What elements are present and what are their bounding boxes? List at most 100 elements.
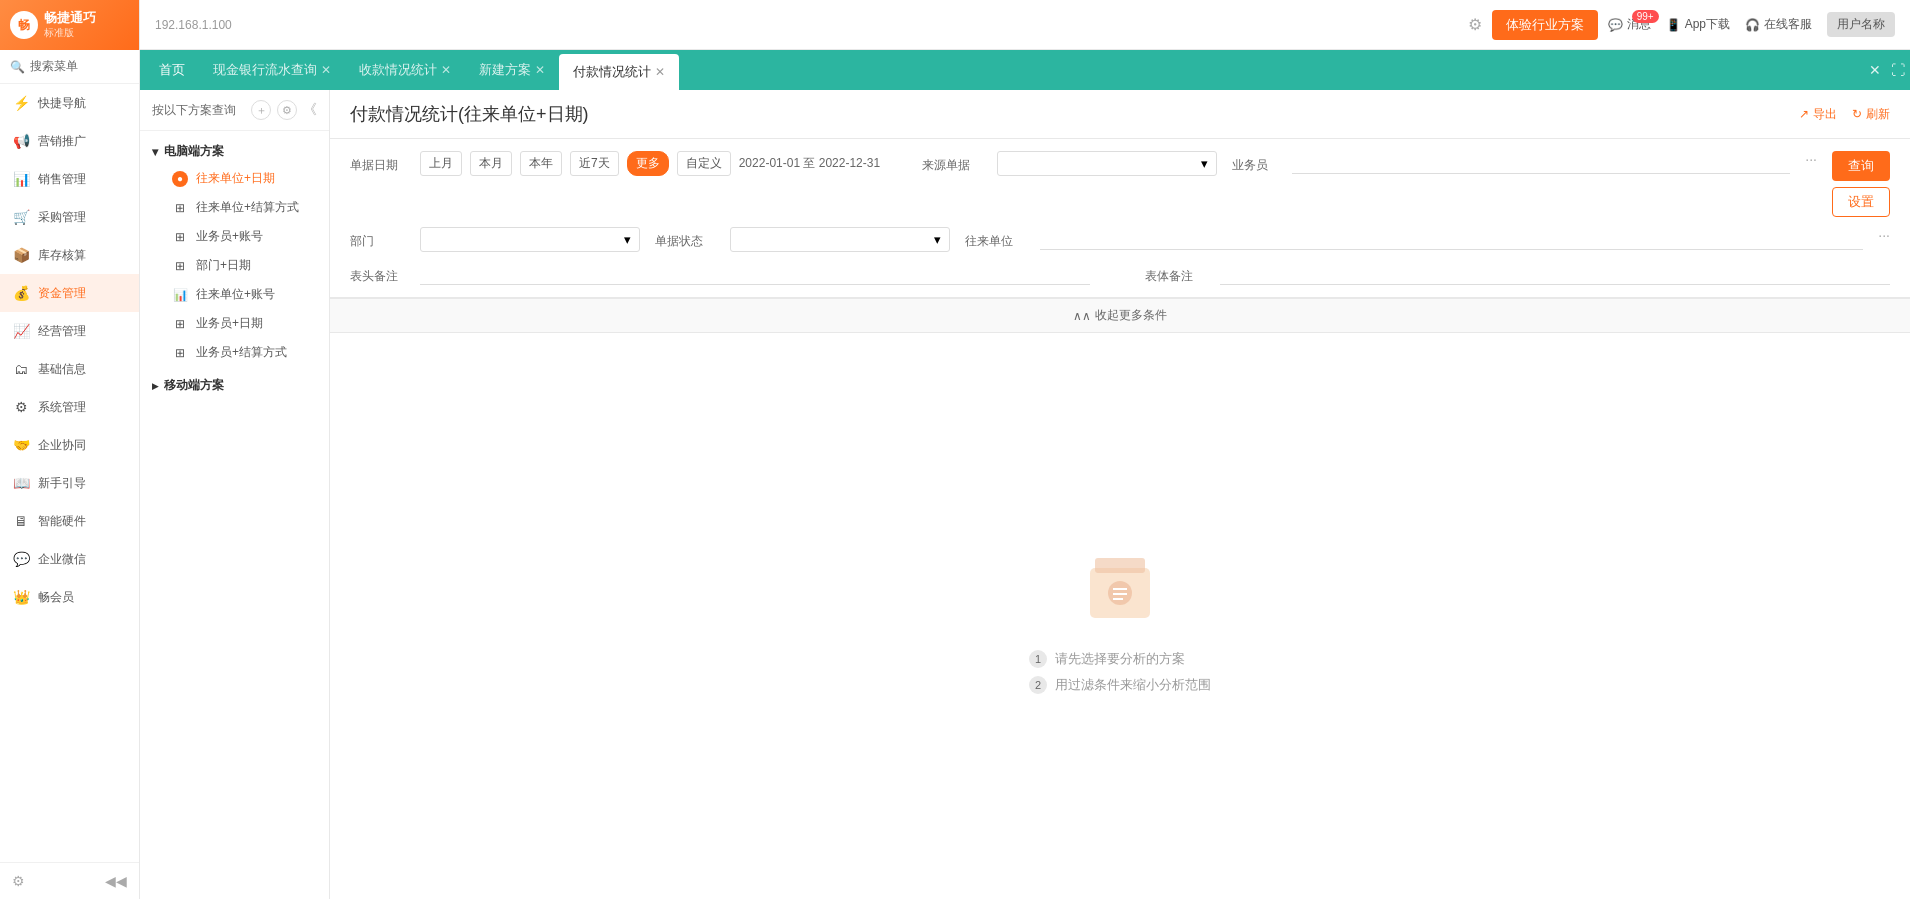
topbar-right: 💬 消息 99+ 📱 App下载 🎧 在线客服 用户名称	[1608, 12, 1895, 37]
empty-hint-2: 2 用过滤条件来缩小分析范围	[1029, 676, 1211, 694]
sidebar-item-basics[interactable]: 🗂 基础信息	[0, 350, 139, 388]
empty-hint-block: 1 请先选择要分析的方案 2 用过滤条件来缩小分析范围	[1029, 650, 1211, 694]
desktop-scheme-group: ▾ 电脑端方案 ● 往来单位+日期 ⊞ 往来单位+结算方式 ⊞ 业务员+账号 ⊞	[140, 131, 329, 371]
collapse-panel-button[interactable]: 《	[303, 101, 317, 119]
sidebar-item-purchase[interactable]: 🛒 采购管理	[0, 198, 139, 236]
voucher-status-select[interactable]: ▾	[730, 227, 950, 252]
sidebar-item-cooperation[interactable]: 🤝 企业协同	[0, 426, 139, 464]
app-download-button[interactable]: 📱 App下载	[1666, 16, 1730, 33]
date-btn-custom[interactable]: 自定义	[677, 151, 731, 176]
export-button[interactable]: ↗ 导出	[1799, 106, 1837, 123]
sidebar-item-member[interactable]: 👑 畅会员	[0, 578, 139, 616]
sidebar-item-label: 企业微信	[38, 551, 86, 568]
department-select[interactable]: ▾	[420, 227, 640, 252]
trial-button[interactable]: 体验行业方案	[1492, 10, 1598, 40]
sidebar-item-system[interactable]: ⚙ 系统管理	[0, 388, 139, 426]
settings-footer-icon[interactable]: ⚙	[12, 873, 25, 889]
tab-close-all-icon[interactable]: ✕	[1869, 62, 1881, 78]
tab-new-scheme[interactable]: 新建方案 ✕	[465, 50, 559, 90]
message-button[interactable]: 💬 消息 99+	[1608, 16, 1651, 33]
table-header-note-label: 表头备注	[350, 262, 405, 285]
counterpart-more-icon[interactable]: ···	[1878, 227, 1890, 243]
tab-expand-icon[interactable]: ⛶	[1891, 62, 1905, 78]
table-header-note-input[interactable]	[420, 262, 1090, 285]
desktop-scheme-group-title[interactable]: ▾ 电脑端方案	[152, 139, 317, 164]
scheme-chart-icon: 📊	[172, 287, 188, 303]
sales-icon: 📊	[12, 170, 30, 188]
department-label: 部门	[350, 227, 405, 250]
svg-rect-1	[1095, 558, 1145, 573]
collapse-sidebar-icon[interactable]: ◀◀	[105, 873, 127, 889]
scheme-item-dept-date[interactable]: ⊞ 部门+日期	[152, 251, 317, 280]
sidebar-item-finance[interactable]: 💰 资金管理	[0, 274, 139, 312]
tab-payments-close[interactable]: ✕	[655, 65, 665, 79]
sidebar-item-marketing[interactable]: 📢 营销推广	[0, 122, 139, 160]
voucher-status-label: 单据状态	[655, 227, 715, 250]
collapse-filter-bar[interactable]: ∧∧ 收起更多条件	[330, 298, 1910, 333]
scheme-item-salesman-date[interactable]: ⊞ 业务员+日期	[152, 309, 317, 338]
system-icon: ⚙	[12, 398, 30, 416]
sidebar-item-wechat[interactable]: 💬 企业微信	[0, 540, 139, 578]
filter-row-2: 部门 ▾ 单据状态 ▾ 往来单位 ···	[350, 227, 1890, 252]
tab-payments[interactable]: 付款情况统计 ✕	[559, 54, 679, 90]
source-voucher-select[interactable]: ▾	[997, 151, 1217, 176]
tab-payments-label: 付款情况统计	[573, 63, 651, 81]
scheme-item-counterpart-settlement[interactable]: ⊞ 往来单位+结算方式	[152, 193, 317, 222]
sidebar-item-quick-nav[interactable]: ⚡ 快捷导航	[0, 84, 139, 122]
scheme-panel-header: 按以下方案查询 ＋ ⚙ 《	[140, 90, 329, 131]
scheme-item-counterpart-account[interactable]: 📊 往来单位+账号	[152, 280, 317, 309]
logo-text-block: 畅捷通巧 标准版	[44, 10, 96, 40]
date-btn-last-month[interactable]: 上月	[420, 151, 462, 176]
tab-receipts[interactable]: 收款情况统计 ✕	[345, 50, 465, 90]
tab-bar: 首页 现金银行流水查询 ✕ 收款情况统计 ✕ 新建方案 ✕ 付款情况统计 ✕ ✕…	[140, 50, 1910, 90]
sidebar-item-sales[interactable]: 📊 销售管理	[0, 160, 139, 198]
online-service-button[interactable]: 🎧 在线客服	[1745, 16, 1812, 33]
tab-bank-close[interactable]: ✕	[321, 63, 331, 77]
salesman-more-icon[interactable]: ···	[1805, 151, 1817, 167]
sidebar-item-operations[interactable]: 📈 经营管理	[0, 312, 139, 350]
search-menu[interactable]: 🔍 搜索菜单	[0, 50, 139, 84]
query-button[interactable]: 查询	[1832, 151, 1890, 181]
add-scheme-button[interactable]: ＋	[251, 100, 271, 120]
scheme-item-counterpart-date[interactable]: ● 往来单位+日期	[152, 164, 317, 193]
chevron-up-icon: ∧∧	[1073, 309, 1091, 323]
table-body-note-input[interactable]	[1220, 262, 1890, 285]
salesman-input[interactable]	[1292, 151, 1791, 174]
date-btn-more[interactable]: 更多	[627, 151, 669, 176]
tab-bank[interactable]: 现金银行流水查询 ✕	[199, 50, 345, 90]
filter-settings-button[interactable]: 设置	[1832, 187, 1890, 217]
search-label: 搜索菜单	[30, 58, 78, 75]
sidebar-item-label: 销售管理	[38, 171, 86, 188]
sidebar-item-guide[interactable]: 📖 新手引导	[0, 464, 139, 502]
scheme-item-salesman-account[interactable]: ⊞ 业务员+账号	[152, 222, 317, 251]
topbar-settings-icon[interactable]: ⚙	[1468, 15, 1482, 34]
sidebar-item-inventory[interactable]: 📦 库存核算	[0, 236, 139, 274]
refresh-button[interactable]: ↻ 刷新	[1852, 106, 1890, 123]
scheme-settings-button[interactable]: ⚙	[277, 100, 297, 120]
user-menu[interactable]: 用户名称	[1827, 12, 1895, 37]
guide-icon: 📖	[12, 474, 30, 492]
tabs-right-controls: ✕ ⛶	[1869, 62, 1905, 78]
date-btn-this-year[interactable]: 本年	[520, 151, 562, 176]
mobile-scheme-group-title[interactable]: ▸ 移动端方案	[140, 371, 329, 400]
date-btn-7days[interactable]: 近7天	[570, 151, 619, 176]
sidebar-item-label: 智能硬件	[38, 513, 86, 530]
sidebar-item-hardware[interactable]: 🖥 智能硬件	[0, 502, 139, 540]
tab-receipts-close[interactable]: ✕	[441, 63, 451, 77]
counterpart-input[interactable]	[1040, 227, 1863, 250]
mobile-scheme-label: 移动端方案	[164, 377, 224, 394]
filter-area: 单据日期 上月 本月 本年 近7天 更多 自定义 2022-01-01 至 20…	[330, 139, 1910, 298]
purchase-icon: 🛒	[12, 208, 30, 226]
scheme-item-label: 往来单位+日期	[196, 170, 275, 187]
scheme-panel: 按以下方案查询 ＋ ⚙ 《 ▾ 电脑端方案 ● 往来单位+日期 ⊞	[140, 90, 330, 899]
scheme-item-salesman-settlement[interactable]: ⊞ 业务员+结算方式	[152, 338, 317, 367]
sidebar-item-label: 企业协同	[38, 437, 86, 454]
date-btn-this-month[interactable]: 本月	[470, 151, 512, 176]
tab-home[interactable]: 首页	[145, 50, 199, 90]
logo-text: 畅捷通巧	[44, 10, 96, 26]
hint-num-2: 2	[1029, 676, 1047, 694]
sidebar-item-label: 畅会员	[38, 589, 74, 606]
cooperation-icon: 🤝	[12, 436, 30, 454]
voucher-status-arrow: ▾	[934, 232, 941, 247]
tab-new-scheme-close[interactable]: ✕	[535, 63, 545, 77]
